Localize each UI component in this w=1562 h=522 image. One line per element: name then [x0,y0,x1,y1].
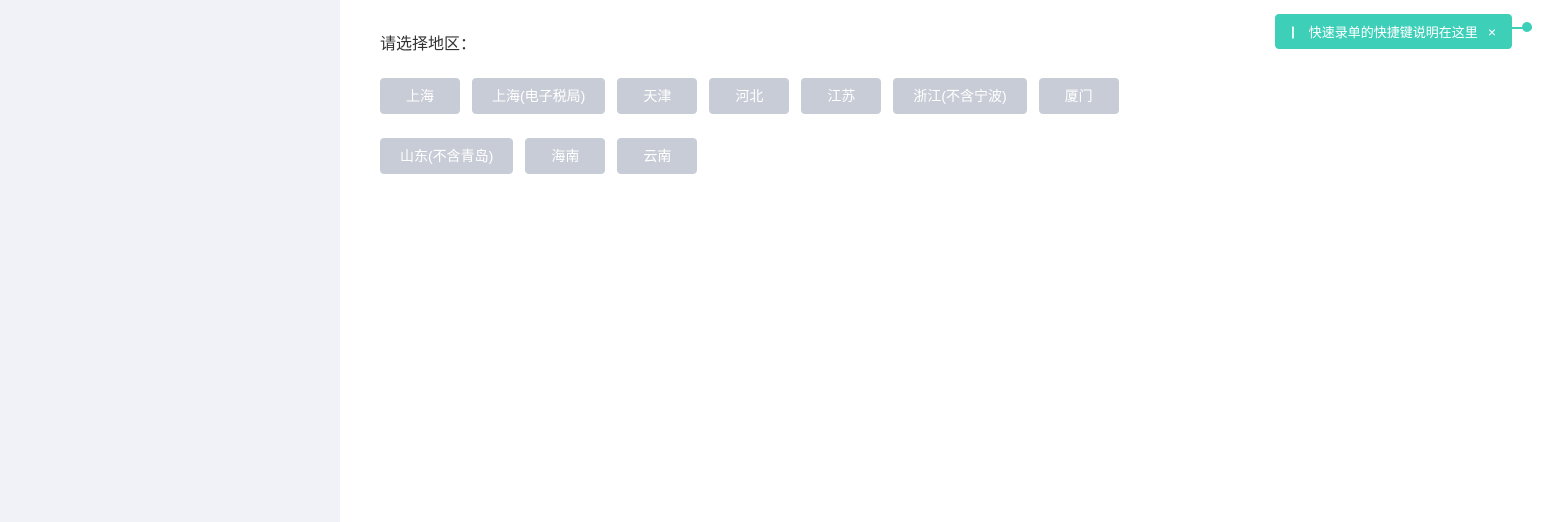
region-btn-yunnan[interactable]: 云南 [617,138,697,174]
region-btn-hebei[interactable]: 河北 [709,78,789,114]
left-sidebar [0,0,340,522]
region-btn-shandong[interactable]: 山东(不含青岛) [380,138,513,174]
region-btn-jiangsu[interactable]: 江苏 [801,78,881,114]
region-btn-xiamen[interactable]: 厦门 [1039,78,1119,114]
tooltip-connector-dot [1522,22,1532,32]
tooltip-close-button[interactable]: × [1488,24,1496,40]
region-btn-shanghai-etax[interactable]: 上海(电子税局) [472,78,605,114]
region-btn-zhejiang[interactable]: 浙江(不含宁波) [893,78,1026,114]
main-content: 请选择地区： 上海 上海(电子税局) 天津 河北 江苏 浙江(不含宁波) 厦门 … [340,0,1562,522]
region-btn-hainan[interactable]: 海南 [525,138,605,174]
region-buttons: 上海 上海(电子税局) 天津 河北 江苏 浙江(不含宁波) 厦门 山东(不含青岛… [380,78,1522,174]
tooltip-banner: 快速录单的快捷键说明在这里 × [1275,14,1512,49]
tooltip-text: 快速录单的快捷键说明在这里 [1309,22,1478,41]
region-btn-tianjin[interactable]: 天津 [617,78,697,114]
region-btn-shanghai[interactable]: 上海 [380,78,460,114]
